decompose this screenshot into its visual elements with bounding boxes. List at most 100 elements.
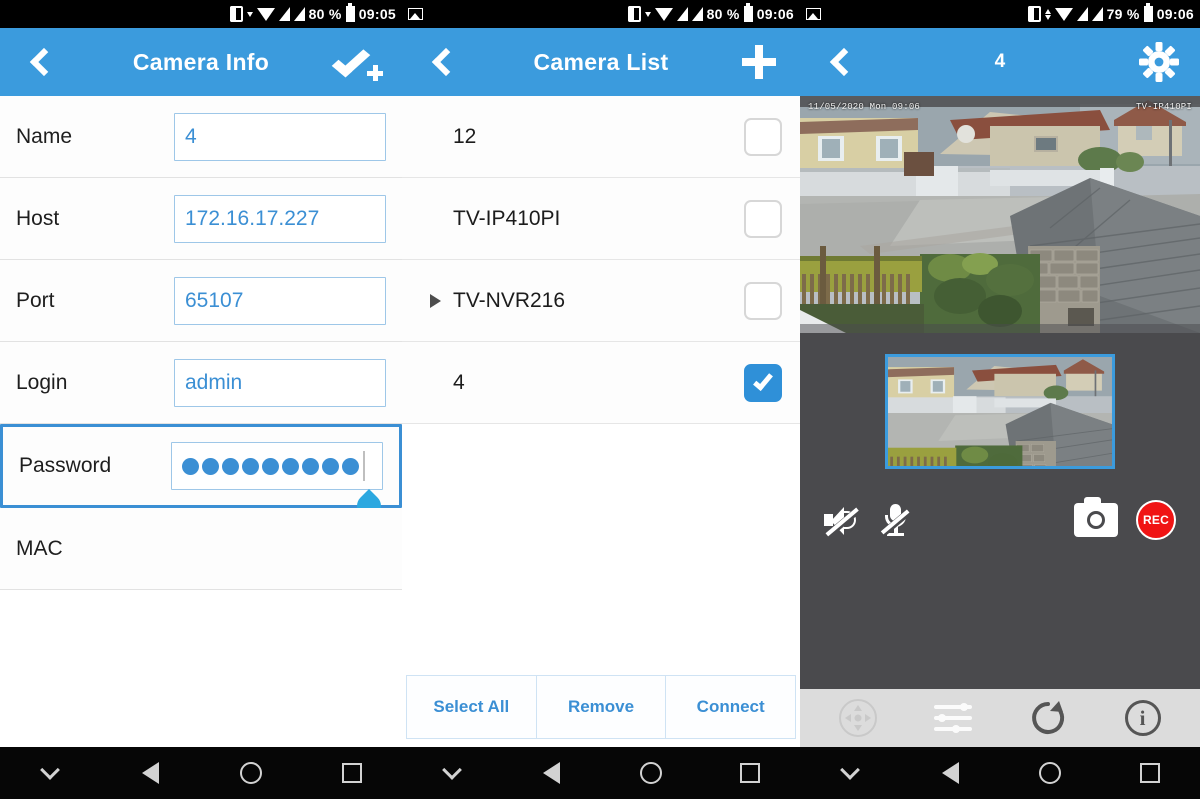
video-camera-name: TV-IP410PI — [1135, 102, 1192, 112]
field-label: Host — [16, 206, 60, 230]
check-icon — [753, 369, 773, 391]
battery-percent: 80 % — [706, 6, 740, 22]
back-button[interactable] — [420, 39, 466, 85]
settings-button[interactable] — [1136, 39, 1182, 85]
refresh-button[interactable] — [1024, 694, 1072, 742]
video-controls-right: REC — [1074, 497, 1176, 540]
nav-recents-button[interactable] — [728, 755, 772, 791]
battery-icon — [743, 3, 753, 22]
nav-back-button[interactable] — [529, 755, 573, 791]
status-bar-right: 80 % 09:06 — [627, 3, 794, 22]
nav-recents-button[interactable] — [1128, 755, 1172, 791]
wifi-icon — [654, 7, 673, 21]
status-bar: 80 % 09:05 — [0, 0, 402, 28]
back-button[interactable] — [818, 39, 864, 85]
select-all-button[interactable]: Select All — [406, 675, 537, 739]
field-row-login[interactable]: Login admin — [0, 342, 402, 424]
hide-keyboard-button[interactable] — [828, 755, 872, 791]
android-nav-bar — [0, 747, 402, 799]
expand-arrow-icon[interactable] — [430, 293, 441, 308]
status-bar-right: 80 % 09:05 — [229, 3, 396, 22]
list-item[interactable]: 12 — [402, 96, 800, 178]
nav-home-button[interactable] — [1028, 755, 1072, 791]
status-bar-right: 79 % 09:06 — [1027, 3, 1194, 22]
info-button[interactable]: i — [1119, 694, 1167, 742]
sliders-icon — [933, 702, 972, 734]
signal-icon — [278, 7, 290, 21]
plus-icon — [742, 45, 776, 79]
live-video-feed[interactable]: 11/05/2020 Mon 09:06 TV-IP410PI — [800, 96, 1200, 333]
login-input[interactable]: admin — [174, 358, 386, 407]
text-caret — [363, 451, 365, 481]
hide-keyboard-button[interactable] — [28, 755, 72, 791]
camera-snapshot-icon[interactable] — [1074, 497, 1118, 537]
status-bar-left — [806, 8, 1028, 20]
thumbnail-scene — [888, 357, 1112, 466]
recents-icon — [341, 763, 362, 783]
password-dot — [322, 457, 339, 475]
name-input[interactable]: 4 — [174, 112, 386, 161]
field-row-mac[interactable]: MAC — [0, 508, 402, 590]
field-row-password[interactable]: Password — [0, 424, 402, 523]
field-label: MAC — [16, 536, 63, 560]
action-button-bar: Select All Remove Connect — [406, 675, 797, 739]
nav-home-button[interactable] — [629, 755, 673, 791]
rotation-lock-icon — [229, 6, 243, 22]
battery-percent: 79 % — [1106, 6, 1140, 22]
back-icon — [542, 762, 560, 784]
password-input[interactable] — [171, 442, 383, 490]
nav-home-button[interactable] — [229, 755, 273, 791]
three-panel-screenshot: 80 % 09:05 Camera Info Name 4 Host 172.1… — [0, 0, 1200, 799]
status-bar-left — [408, 8, 628, 20]
speaker-muted-icon[interactable] — [824, 505, 860, 540]
save-camera-button[interactable] — [331, 39, 384, 85]
list-item[interactable]: 4 — [402, 342, 800, 424]
list-item-checkbox[interactable] — [744, 199, 782, 238]
nav-recents-button[interactable] — [330, 755, 374, 791]
field-label: Password — [19, 454, 112, 477]
field-row-host[interactable]: Host 172.16.17.227 — [0, 178, 402, 260]
info-icon: i — [1124, 700, 1161, 736]
list-item[interactable]: TV-NVR216 — [402, 260, 800, 342]
hide-keyboard-icon — [441, 760, 462, 780]
ptz-control-button[interactable] — [834, 694, 882, 742]
list-item-label: TV-NVR216 — [453, 288, 566, 312]
nav-back-button[interactable] — [928, 755, 972, 791]
android-nav-bar — [800, 747, 1200, 799]
list-item[interactable]: TV-IP410PI — [402, 178, 800, 260]
settings-sliders-button[interactable] — [929, 694, 977, 742]
image-icon — [408, 8, 423, 20]
host-input[interactable]: 172.16.17.227 — [174, 194, 386, 243]
password-dot — [222, 457, 239, 475]
connect-button[interactable]: Connect — [666, 675, 797, 739]
clock: 09:06 — [1156, 6, 1194, 22]
record-button[interactable]: REC — [1136, 500, 1176, 540]
back-button[interactable] — [18, 39, 64, 85]
list-item-checkbox[interactable] — [744, 363, 782, 402]
recents-icon — [1140, 763, 1160, 783]
microphone-muted-icon[interactable] — [879, 504, 911, 538]
image-icon — [806, 8, 821, 20]
password-masked-value — [182, 457, 359, 475]
field-row-port[interactable]: Port 65107 — [0, 260, 402, 342]
video-area: 11/05/2020 Mon 09:06 TV-IP410PI REC — [800, 96, 1200, 689]
add-camera-button[interactable] — [736, 39, 782, 85]
nav-back-button[interactable] — [129, 755, 173, 791]
port-input[interactable]: 65107 — [174, 276, 386, 325]
list-item-checkbox[interactable] — [744, 117, 782, 156]
field-row-name[interactable]: Name 4 — [0, 96, 402, 178]
sync-arrows-icon — [1044, 8, 1051, 20]
remove-button[interactable]: Remove — [536, 675, 667, 739]
password-dot — [202, 457, 219, 475]
password-dot — [182, 457, 199, 475]
hide-keyboard-button[interactable] — [430, 755, 474, 791]
list-item-checkbox[interactable] — [744, 281, 782, 320]
list-item-label: 4 — [453, 370, 465, 394]
chevron-down-icon — [644, 11, 651, 17]
chevron-down-icon — [246, 11, 253, 17]
video-thumbnail[interactable] — [885, 354, 1115, 469]
chevron-left-icon — [29, 47, 59, 77]
status-bar: 79 % 09:06 — [800, 0, 1200, 28]
back-icon — [142, 762, 160, 784]
gear-icon — [1139, 42, 1179, 82]
